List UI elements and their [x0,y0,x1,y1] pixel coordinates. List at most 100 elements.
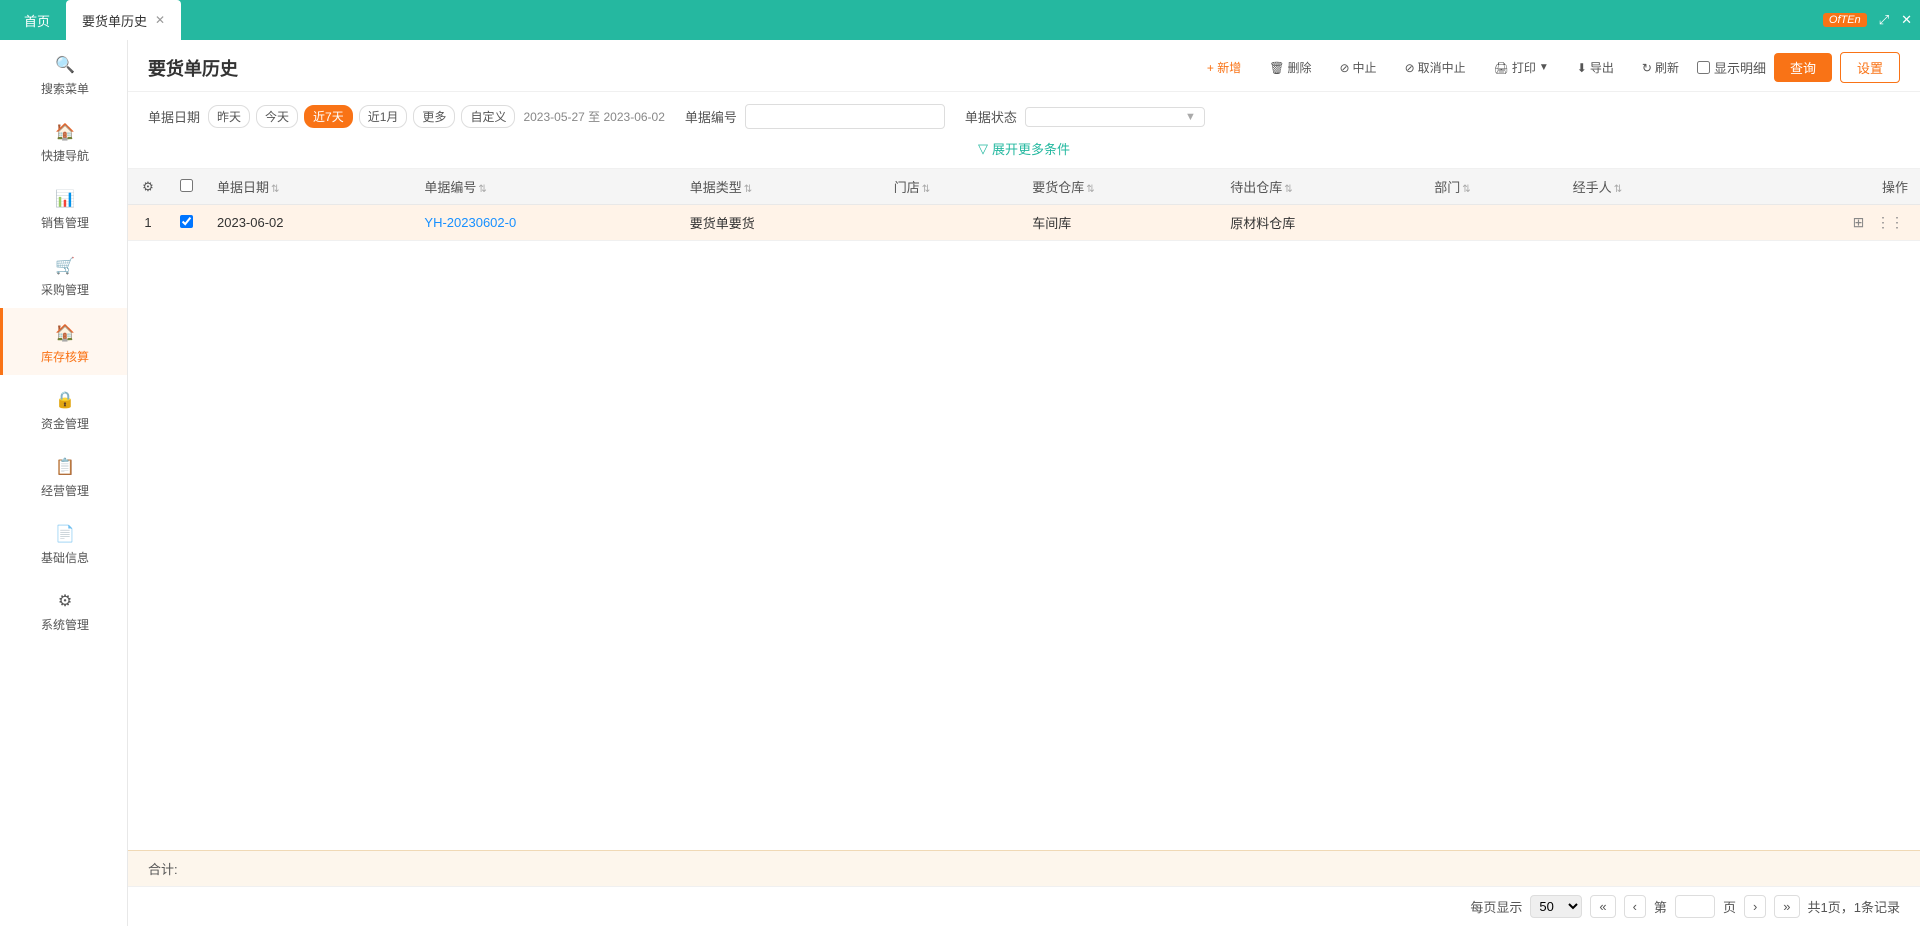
toolbar: + 新增 🗑 删除 ⊘ 中止 ⊘ 取消中止 🖨 打印 ▼ [1197,52,1900,83]
page-label: 第 [1654,897,1667,916]
stop-btn[interactable]: ⊘ 中止 [1329,55,1386,80]
print-icon: 🖨 [1494,61,1509,75]
sidebar-item-basic-info[interactable]: 📄 基础信息 [0,509,127,576]
print-btn[interactable]: 🖨 打印 ▼ [1484,55,1559,80]
col-store[interactable]: 门店⇅ [882,169,1020,205]
sidebar-item-ops-mgmt[interactable]: 📋 经营管理 [0,442,127,509]
date-buttons: 昨天 今天 近7天 近1月 更多 自定义 [208,105,515,128]
date-btn-7days[interactable]: 近7天 [304,105,353,128]
col-doc-type[interactable]: 单据类型⇅ [678,169,882,205]
maximize-btn[interactable]: ⤢ [1879,12,1889,28]
sidebar-item-purchase-mgmt-label: 采购管理 [41,281,89,298]
query-btn[interactable]: 查询 [1774,53,1832,82]
print-dropdown-icon: ▼ [1539,62,1549,73]
first-page-btn[interactable]: « [1590,895,1615,918]
expand-icon: ▽ [978,141,988,157]
stop-icon: ⊘ [1339,61,1349,75]
new-btn[interactable]: + 新增 [1197,55,1251,80]
select-all-checkbox[interactable] [180,179,193,192]
sidebar-item-system-mgmt-label: 系统管理 [41,616,89,633]
sum-label: 合计: [148,862,178,877]
tab-purchase-history[interactable]: 要货单历史 ✕ [66,0,181,40]
sales-mgmt-icon: 📊 [54,188,76,210]
date-btn-1month[interactable]: 近1月 [359,105,408,128]
col-req-warehouse[interactable]: 要货仓库⇅ [1020,169,1218,205]
col-department[interactable]: 部门⇅ [1422,169,1560,205]
system-mgmt-icon: ⚙ [54,590,76,612]
row-doc-date: 2023-06-02 [205,205,412,241]
date-btn-more[interactable]: 更多 [413,105,455,128]
tab-close-btn[interactable]: ✕ [155,13,165,27]
col-doc-date[interactable]: 单据日期⇅ [205,169,412,205]
expand-more-btn[interactable]: ▽ 展开更多条件 [966,137,1082,160]
basic-info-icon: 📄 [54,523,76,545]
cancel-stop-btn[interactable]: ⊘ 取消中止 [1395,55,1476,80]
settings-btn[interactable]: 设置 [1840,52,1900,83]
shortcut-nav-icon: 🏠 [54,121,76,143]
refresh-btn[interactable]: ↻ 刷新 [1632,55,1689,80]
inventory-icon: 🏠 [54,322,76,344]
date-btn-yesterday[interactable]: 昨天 [208,105,250,128]
prev-page-btn[interactable]: ‹ [1624,895,1646,918]
page-size-select[interactable]: 20 50 100 200 [1530,895,1582,918]
table-wrap[interactable]: ⚙ 单据日期⇅ 单据编号⇅ 单据类型⇅ 门店⇅ 要货仓库⇅ 待出仓库⇅ 部门⇅ … [128,169,1920,850]
row-doc-type: 要货单要货 [678,205,882,241]
delete-icon: 🗑 [1269,61,1284,75]
row-more-btn[interactable]: ⋮⋮ [1872,212,1908,233]
row-doc-no: YH-20230602-0 [412,205,677,241]
row-pending-warehouse: 原材料仓库 [1218,205,1422,241]
finance-mgmt-icon: 🔒 [54,389,76,411]
page-title: 要货单历史 [148,55,1197,81]
export-icon: ⬇ [1577,61,1587,75]
docno-filter: 单据编号 [685,104,945,129]
docno-label: 单据编号 [685,107,737,126]
col-handler[interactable]: 经手人⇅ [1561,169,1729,205]
page-header: 要货单历史 + 新增 🗑 删除 ⊘ 中止 ⊘ 取消中止 🖨 打印 [128,40,1920,92]
export-btn[interactable]: ⬇ 导出 [1567,55,1624,80]
sidebar-item-search-menu[interactable]: 🔍 搜索菜单 [0,40,127,107]
doc-no-link[interactable]: YH-20230602-0 [424,215,516,230]
filter-row-1: 单据日期 昨天 今天 近7天 近1月 更多 自定义 2023-05-27 至 2… [148,104,1900,129]
docno-input[interactable] [745,104,945,129]
col-operation: 操作 [1729,169,1920,205]
status-label: 单据状态 [965,107,1017,126]
date-label: 单据日期 [148,107,200,126]
date-btn-custom[interactable]: 自定义 [461,105,515,128]
close-btn[interactable]: ✕ [1901,12,1912,28]
row-num: 1 [128,205,168,241]
table-settings-col[interactable]: ⚙ [128,169,168,205]
date-btn-today[interactable]: 今天 [256,105,298,128]
row-req-warehouse: 车间库 [1020,205,1218,241]
sidebar-item-sales-mgmt[interactable]: 📊 销售管理 [0,174,127,241]
status-select[interactable]: ▼ [1025,107,1205,127]
purchase-mgmt-icon: 🛒 [54,255,76,277]
sidebar-item-finance-mgmt[interactable]: 🔒 资金管理 [0,375,127,442]
page-input[interactable]: 1 [1675,895,1715,918]
display-detail-checkbox[interactable] [1697,61,1710,74]
tab-purchase-history-label: 要货单历史 [82,11,147,30]
sidebar-item-inventory[interactable]: 🏠 库存核算 [0,308,127,375]
col-pending-warehouse[interactable]: 待出仓库⇅ [1218,169,1422,205]
sidebar-item-ops-mgmt-label: 经营管理 [41,482,89,499]
top-bar-right: OfTEn ⤢ ✕ [1823,12,1912,28]
last-page-btn[interactable]: » [1774,895,1799,918]
sidebar-item-shortcut-nav-label: 快捷导航 [41,147,89,164]
ops-mgmt-icon: 📋 [54,456,76,478]
sidebar: 🔍 搜索菜单 🏠 快捷导航 📊 销售管理 🛒 采购管理 🏠 库存核算 🔒 资金管… [0,40,128,926]
row-edit-btn[interactable]: ⊞ [1849,212,1869,233]
col-doc-no[interactable]: 单据编号⇅ [412,169,677,205]
search-menu-icon: 🔍 [54,54,76,76]
table-row: 1 2023-06-02 YH-20230602-0 要货单要货 车间库 原材料… [128,205,1920,241]
often-badge: OfTEn [1823,13,1867,27]
sidebar-item-system-mgmt[interactable]: ⚙ 系统管理 [0,576,127,643]
refresh-icon: ↻ [1642,61,1652,75]
table-checkbox-col [168,169,205,205]
row-checkbox[interactable] [168,205,205,241]
sidebar-item-shortcut-nav[interactable]: 🏠 快捷导航 [0,107,127,174]
date-range-text: 2023-05-27 至 2023-06-02 [523,108,664,125]
delete-btn[interactable]: 🗑 删除 [1259,55,1321,80]
next-page-btn[interactable]: › [1744,895,1766,918]
sidebar-item-purchase-mgmt[interactable]: 🛒 采购管理 [0,241,127,308]
display-detail-label[interactable]: 显示明细 [1697,58,1766,77]
tab-home[interactable]: 首页 [8,0,66,40]
